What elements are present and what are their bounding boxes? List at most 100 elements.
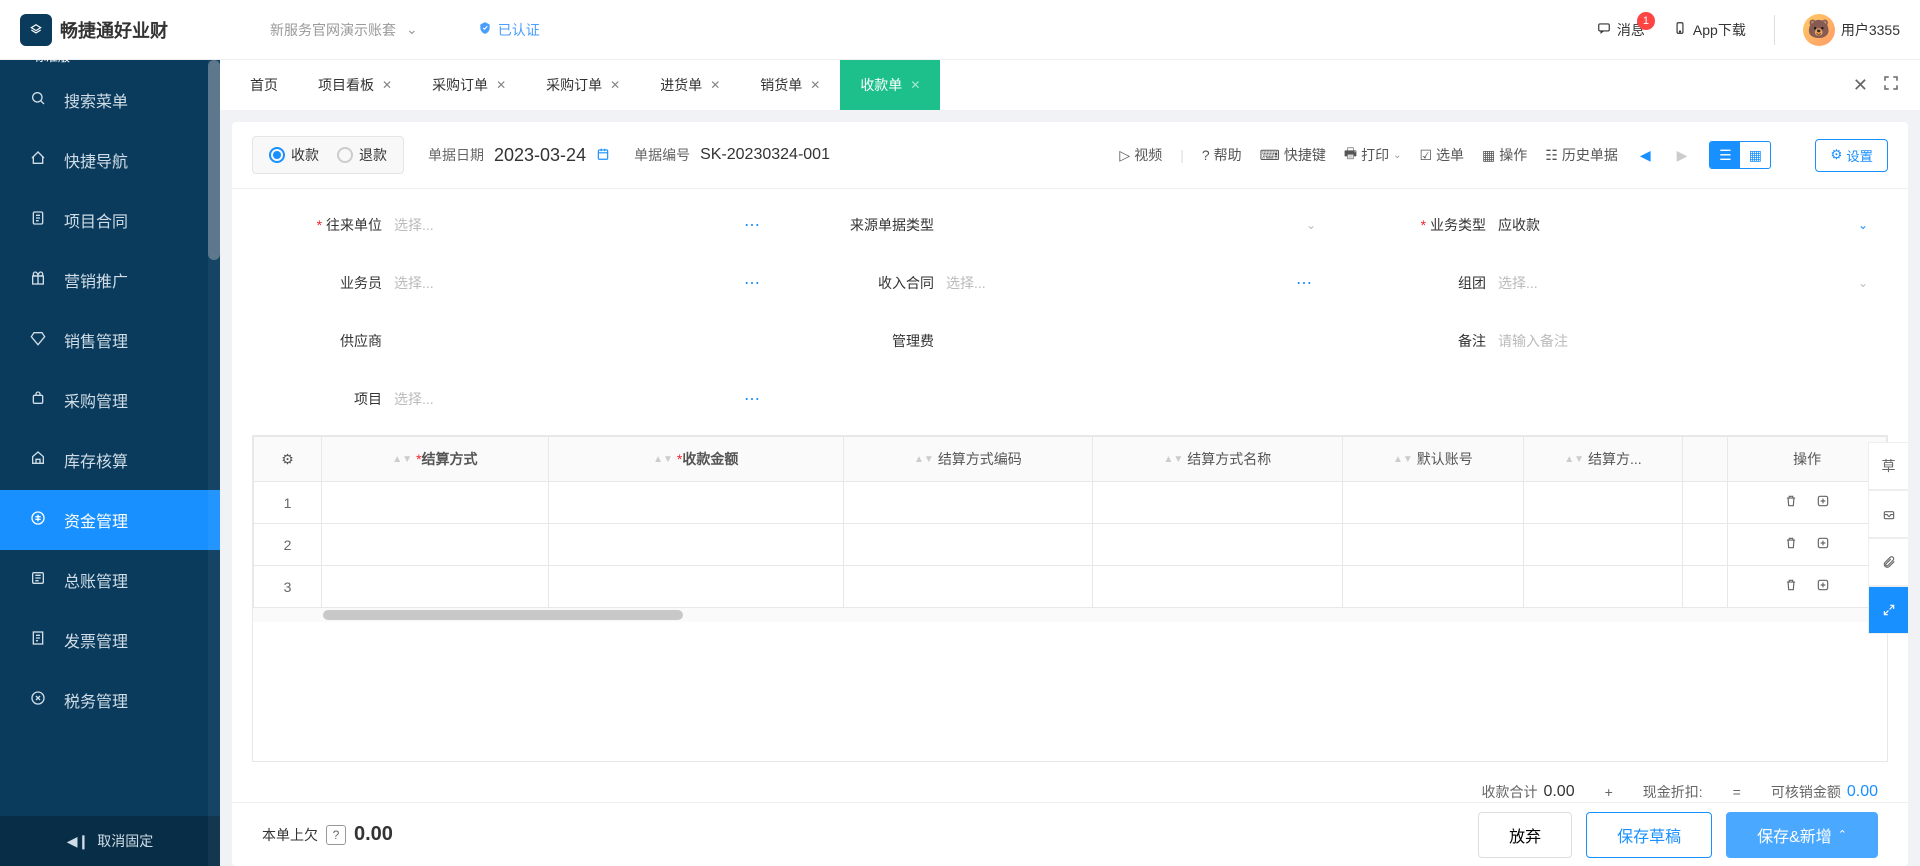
user-menu[interactable]: 🐻 用户3355 [1803, 14, 1900, 46]
table-h-scrollbar[interactable] [253, 608, 1887, 622]
dock-inbox-icon[interactable] [1868, 490, 1908, 538]
tab-销货单[interactable]: 销货单✕ [740, 60, 840, 110]
sidebar-item-money[interactable]: 资金管理 [0, 490, 220, 550]
sidebar-item-tax[interactable]: 税务管理 [0, 670, 220, 730]
col-settle-name[interactable]: ▲▼结算方式名称 [1093, 437, 1342, 482]
select-bill-link[interactable]: ☑选单 [1419, 145, 1464, 165]
delete-row-icon[interactable] [1784, 536, 1798, 553]
bill-date-field[interactable]: 单据日期 2023-03-24 [428, 145, 610, 166]
col-settle-method[interactable]: ▲▼*结算方式 [322, 437, 549, 482]
cell-amount[interactable] [548, 482, 843, 524]
cell-settle-name[interactable] [1093, 524, 1342, 566]
add-row-icon[interactable] [1816, 536, 1830, 553]
add-row-icon[interactable] [1816, 494, 1830, 511]
sidebar-scrollbar[interactable] [208, 60, 220, 866]
cell-default-acct[interactable] [1342, 482, 1523, 524]
chevron-down-icon[interactable]: ⌄ [1306, 218, 1316, 232]
tab-首页[interactable]: 首页 [230, 60, 298, 110]
biz-type-input[interactable] [1498, 217, 1858, 233]
table-settings-header[interactable]: ⚙ [254, 437, 322, 482]
sidebar-item-diamond[interactable]: 销售管理 [0, 310, 220, 370]
tab-项目看板[interactable]: 项目看板✕ [298, 60, 412, 110]
dock-expand-icon[interactable] [1868, 586, 1908, 634]
group-input[interactable] [1498, 275, 1858, 291]
close-icon[interactable]: ✕ [610, 78, 620, 92]
cell-default-acct[interactable] [1342, 524, 1523, 566]
sidebar-item-search[interactable]: 搜索菜单 [0, 70, 220, 130]
view-list-button[interactable]: ☰ [1710, 142, 1740, 168]
print-link[interactable]: 🖶打印⌄ [1344, 143, 1402, 167]
tab-收款单[interactable]: 收款单✕ [840, 60, 940, 110]
video-link[interactable]: ▷视频 [1119, 145, 1162, 165]
settings-button[interactable]: ⚙ 设置 [1815, 139, 1888, 172]
cell-settle-name[interactable] [1093, 482, 1342, 524]
save-new-button[interactable]: 保存&新增⌃ [1726, 812, 1878, 858]
source-type-input[interactable] [946, 217, 1306, 233]
dock-attachment-icon[interactable] [1868, 538, 1908, 586]
sidebar-item-ledger[interactable]: 总账管理 [0, 550, 220, 610]
cell-settle-method[interactable] [322, 524, 549, 566]
sidebar-item-house[interactable]: 库存核算 [0, 430, 220, 490]
mgmt-fee-input[interactable] [946, 333, 1316, 349]
close-icon[interactable]: ✕ [382, 78, 392, 92]
supplier-input[interactable] [394, 333, 764, 349]
project-input[interactable] [394, 391, 740, 407]
cell-settle-code[interactable] [843, 524, 1092, 566]
history-link[interactable]: ☷历史单据 [1545, 145, 1618, 165]
next-bill-button[interactable]: ▶ [1673, 147, 1692, 164]
customer-input[interactable] [394, 217, 740, 233]
messages-button[interactable]: 消息 1 [1597, 20, 1645, 40]
cell-amount[interactable] [548, 524, 843, 566]
cell-settle-method[interactable] [322, 566, 549, 608]
cell-settle-method[interactable] [322, 482, 549, 524]
lookup-icon[interactable]: ⋯ [740, 215, 764, 235]
lookup-icon[interactable]: ⋯ [1292, 273, 1316, 293]
salesman-input[interactable] [394, 275, 740, 291]
close-icon[interactable]: ✕ [910, 78, 920, 92]
save-draft-button[interactable]: 保存草稿 [1586, 812, 1712, 858]
chevron-down-icon[interactable]: ⌄ [1858, 218, 1868, 232]
col-amount[interactable]: ▲▼*收款金额 [548, 437, 843, 482]
radio-receive[interactable]: 收款 [269, 145, 319, 165]
cell-settle-more[interactable] [1524, 482, 1683, 524]
org-selector[interactable]: 新服务官网演示账套 ⌄ [270, 20, 418, 40]
sidebar-item-invoice[interactable]: 发票管理 [0, 610, 220, 670]
sidebar-item-doc[interactable]: 项目合同 [0, 190, 220, 250]
view-card-button[interactable]: ▦ [1740, 142, 1770, 168]
table-row[interactable]: 3 [254, 566, 1887, 608]
cell-settle-more[interactable] [1524, 524, 1683, 566]
close-all-tabs-icon[interactable]: ✕ [1853, 75, 1868, 96]
col-settle-more[interactable]: ▲▼结算方... [1524, 437, 1683, 482]
close-icon[interactable]: ✕ [710, 78, 720, 92]
app-download-button[interactable]: App下载 [1673, 20, 1746, 40]
lookup-icon[interactable]: ⋯ [740, 273, 764, 293]
remark-input[interactable] [1498, 333, 1868, 349]
tab-采购订单[interactable]: 采购订单✕ [412, 60, 526, 110]
delete-row-icon[interactable] [1784, 578, 1798, 595]
discard-button[interactable]: 放弃 [1478, 812, 1572, 858]
tab-进货单[interactable]: 进货单✕ [640, 60, 740, 110]
cell-settle-more[interactable] [1524, 566, 1683, 608]
fullscreen-icon[interactable] [1882, 74, 1900, 97]
cell-settle-name[interactable] [1093, 566, 1342, 608]
cell-settle-code[interactable] [843, 482, 1092, 524]
calendar-icon[interactable] [596, 147, 610, 164]
shortcut-link[interactable]: ⌨快捷键 [1260, 145, 1326, 165]
lookup-icon[interactable]: ⋯ [740, 389, 764, 409]
sidebar-item-gift[interactable]: 营销推广 [0, 250, 220, 310]
sidebar-item-home[interactable]: 快捷导航 [0, 130, 220, 190]
help-link[interactable]: ?帮助 [1202, 145, 1242, 165]
sidebar-item-bag[interactable]: 采购管理 [0, 370, 220, 430]
delete-row-icon[interactable] [1784, 494, 1798, 511]
add-row-icon[interactable] [1816, 578, 1830, 595]
close-icon[interactable]: ✕ [810, 78, 820, 92]
cell-amount[interactable] [548, 566, 843, 608]
sidebar-unpin-button[interactable]: ◀❙ 取消固定 [0, 816, 220, 866]
tab-采购订单[interactable]: 采购订单✕ [526, 60, 640, 110]
info-icon[interactable]: ? [326, 825, 346, 845]
table-row[interactable]: 1 [254, 482, 1887, 524]
prev-bill-button[interactable]: ◀ [1636, 147, 1655, 164]
chevron-down-icon[interactable]: ⌄ [1858, 276, 1868, 290]
close-icon[interactable]: ✕ [496, 78, 506, 92]
cell-default-acct[interactable] [1342, 566, 1523, 608]
